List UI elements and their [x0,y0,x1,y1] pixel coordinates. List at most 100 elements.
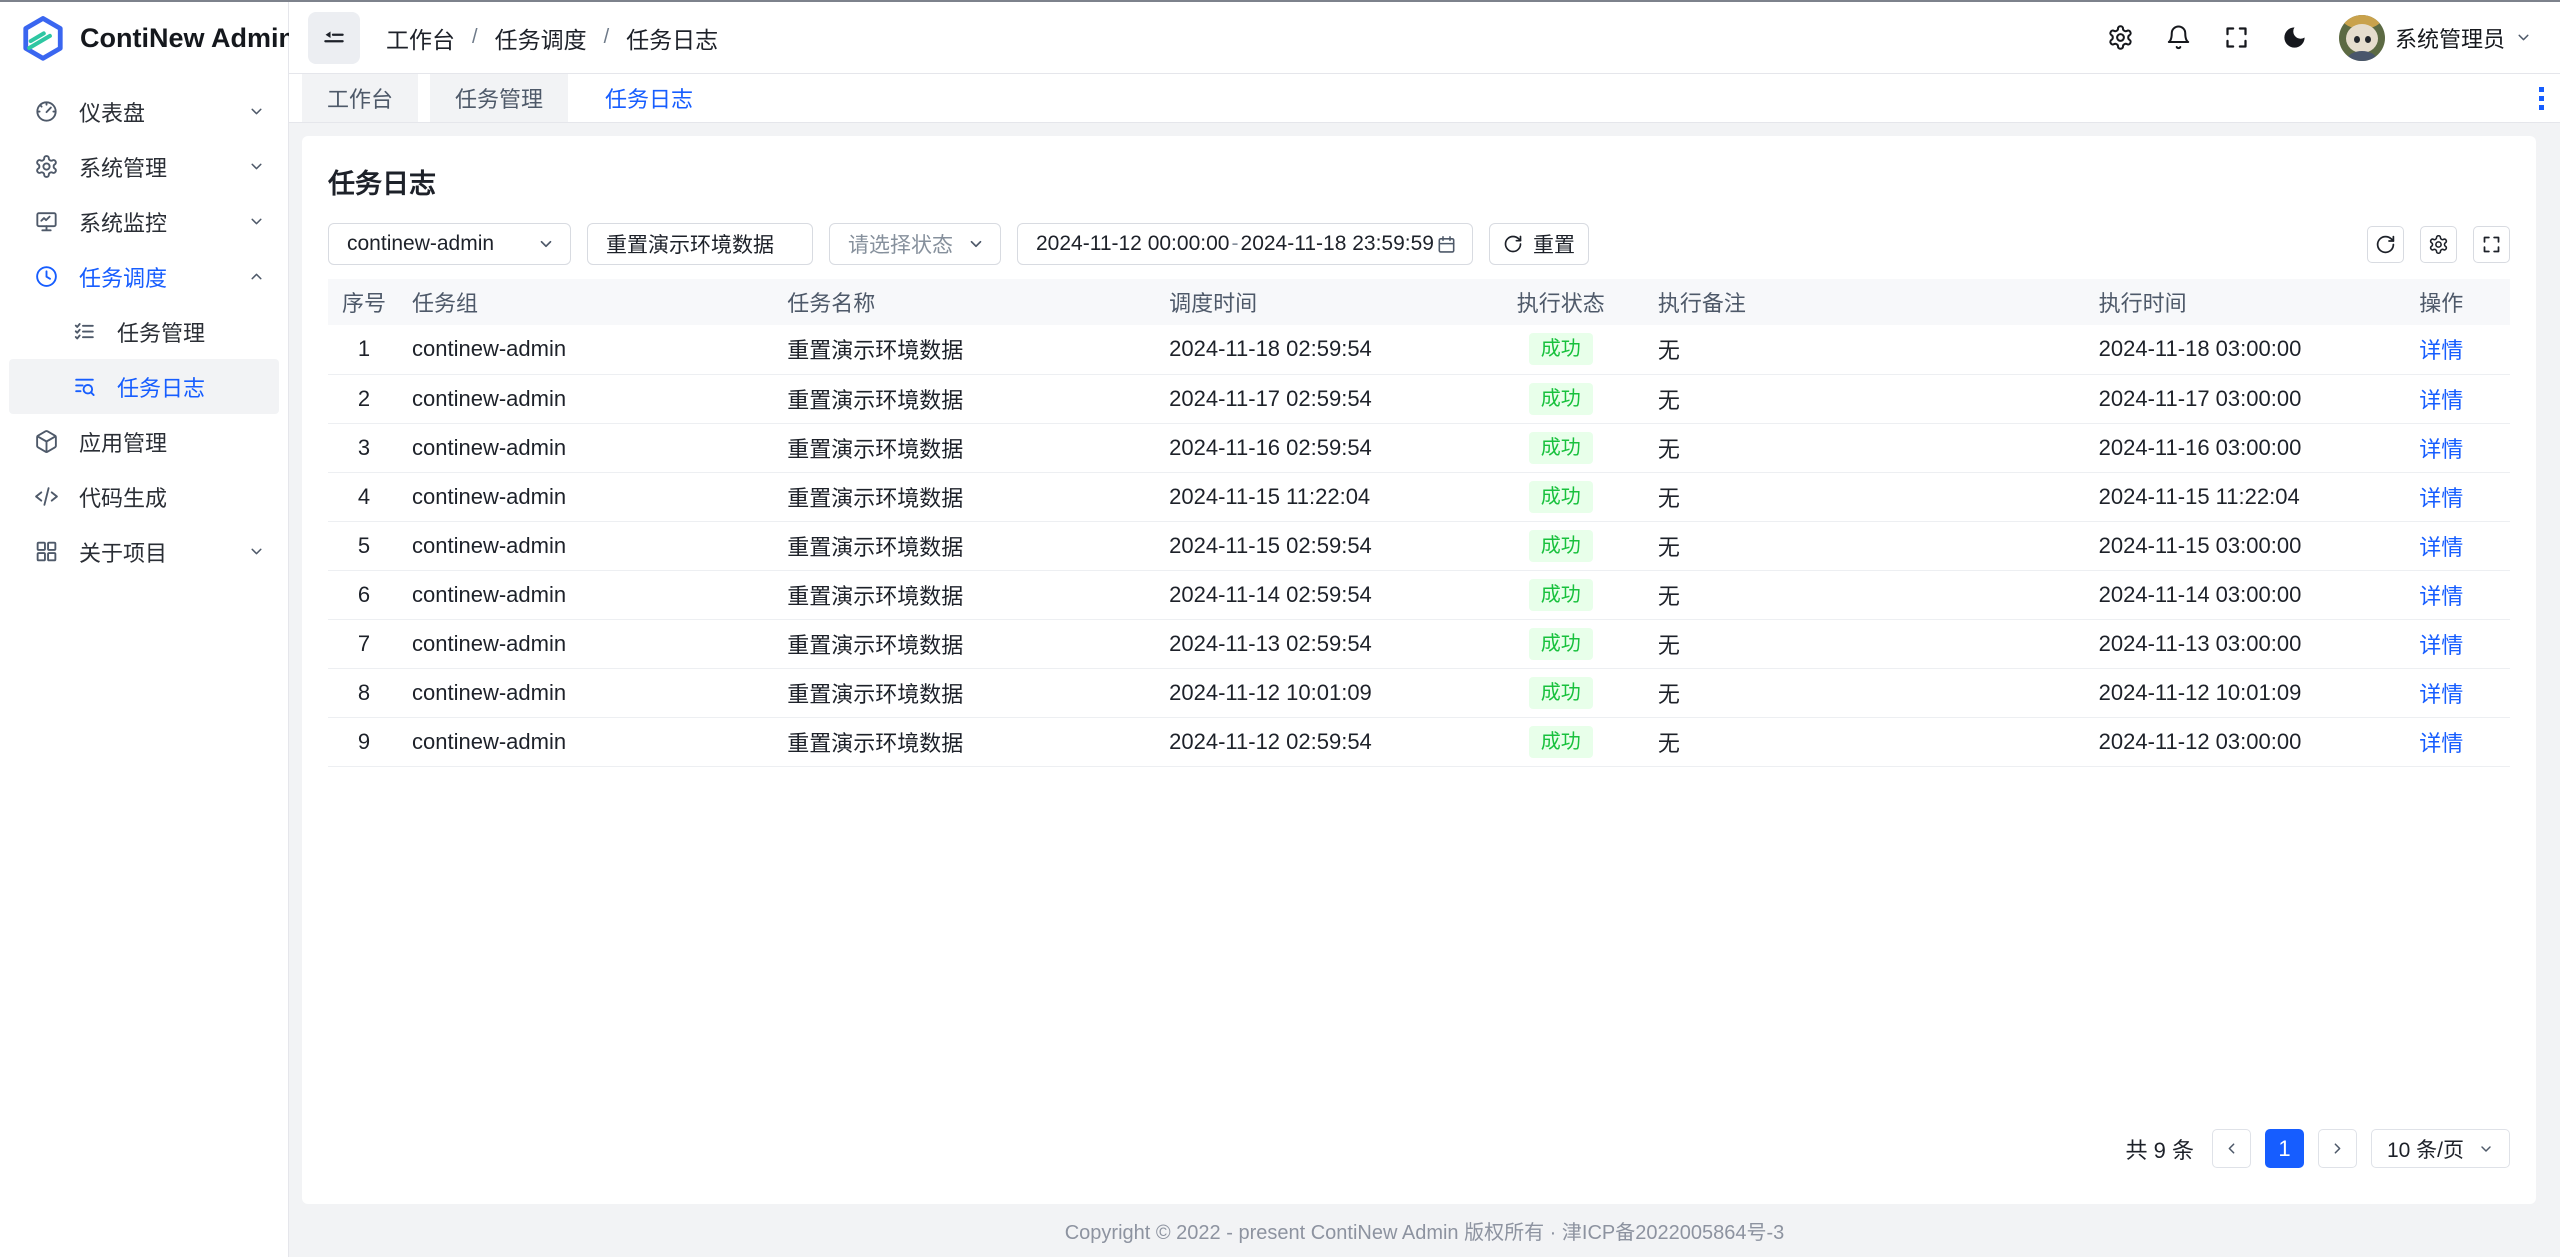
cell-index: 5 [328,521,400,570]
cell-group: continew-admin [400,717,775,766]
breadcrumb-item[interactable]: 任务日志 [626,21,718,55]
status-badge: 成功 [1529,432,1593,464]
page-size-select[interactable]: 10 条/页 [2371,1129,2510,1168]
col-action: 操作 [2372,279,2510,325]
tab-more-icon[interactable] [2523,74,2560,122]
table-row: 2continew-admin重置演示环境数据2024-11-17 02:59:… [328,374,2510,423]
cell-remark: 无 [1646,619,2087,668]
detail-link[interactable]: 详情 [2419,486,2463,511]
sidebar-item-dashboard[interactable]: 仪表盘 [9,84,279,139]
task-group-select[interactable]: continew-admin [328,223,571,265]
cell-schedule-time: 2024-11-17 02:59:54 [1157,374,1476,423]
status-select[interactable]: 请选择状态 [829,223,1001,265]
detail-link[interactable]: 详情 [2419,437,2463,462]
settings-icon[interactable] [2107,24,2134,51]
cell-action: 详情 [2372,717,2510,766]
cell-schedule-time: 2024-11-12 10:01:09 [1157,668,1476,717]
cell-group: continew-admin [400,472,775,521]
user-menu[interactable]: 系统管理员 [2339,15,2532,61]
cell-schedule-time: 2024-11-15 11:22:04 [1157,472,1476,521]
chevron-down-icon [248,543,265,560]
breadcrumb-item[interactable]: 任务调度 [495,21,587,55]
chevron-up-icon [248,268,265,285]
sidebar-item-app-management[interactable]: 应用管理 [9,414,279,469]
content-area: 任务日志 continew-admin 请选择状态 2024-11-12 00:… [289,123,2560,1204]
chevron-down-icon [2515,29,2532,46]
tab-task-log[interactable]: 任务日志 [580,74,718,122]
cell-schedule-time: 2024-11-16 02:59:54 [1157,423,1476,472]
table-row: 4continew-admin重置演示环境数据2024-11-15 11:22:… [328,472,2510,521]
sidebar-item-code-generation[interactable]: 代码生成 [9,469,279,524]
tab-bar: 工作台 任务管理 任务日志 [289,74,2560,123]
prev-page-button[interactable] [2212,1129,2251,1168]
tab-task-management[interactable]: 任务管理 [430,74,568,122]
app-name: ContiNew Admin [80,23,295,54]
detail-link[interactable]: 详情 [2419,633,2463,658]
cell-schedule-time: 2024-11-18 02:59:54 [1157,325,1476,374]
bell-icon[interactable] [2165,24,2192,51]
fullscreen-icon[interactable] [2223,24,2250,51]
logo-icon [20,15,66,61]
sidebar-item-system-monitor[interactable]: 系统监控 [9,194,279,249]
col-index: 序号 [328,279,400,325]
next-page-button[interactable] [2318,1129,2357,1168]
breadcrumb-item[interactable]: 工作台 [386,21,455,55]
cell-remark: 无 [1646,668,2087,717]
chevron-down-icon [248,158,265,175]
cell-action: 详情 [2372,472,2510,521]
cell-schedule-time: 2024-11-13 02:59:54 [1157,619,1476,668]
reset-button[interactable]: 重置 [1489,223,1589,265]
status-badge: 成功 [1529,579,1593,611]
task-name-input[interactable] [587,223,813,265]
cell-index: 1 [328,325,400,374]
sidebar-collapse-button[interactable] [308,12,360,64]
date-range-picker[interactable]: 2024-11-12 00:00:00 - 2024-11-18 23:59:5… [1017,223,1473,265]
cell-status: 成功 [1476,619,1646,668]
refresh-icon [1503,234,1523,254]
sidebar-item-task-schedule[interactable]: 任务调度 [9,249,279,304]
detail-link[interactable]: 详情 [2419,338,2463,363]
cell-index: 3 [328,423,400,472]
dashboard-icon [34,99,59,124]
detail-link[interactable]: 详情 [2419,388,2463,413]
cell-group: continew-admin [400,325,775,374]
status-badge: 成功 [1529,628,1593,660]
refresh-icon [2375,234,2396,255]
tab-workbench[interactable]: 工作台 [302,74,418,122]
detail-link[interactable]: 详情 [2419,731,2463,756]
cell-index: 7 [328,619,400,668]
cell-action: 详情 [2372,570,2510,619]
checklist-icon [72,319,97,344]
sidebar-item-about-project[interactable]: 关于项目 [9,524,279,579]
sidebar-item-system-management[interactable]: 系统管理 [9,139,279,194]
cell-group: continew-admin [400,668,775,717]
status-badge: 成功 [1529,677,1593,709]
cell-exec-time: 2024-11-12 10:01:09 [2087,668,2373,717]
cell-index: 9 [328,717,400,766]
table-row: 8continew-admin重置演示环境数据2024-11-12 10:01:… [328,668,2510,717]
moon-icon[interactable] [2281,24,2308,51]
cell-exec-time: 2024-11-16 03:00:00 [2087,423,2373,472]
page-number-current[interactable]: 1 [2265,1129,2304,1168]
chevron-down-icon [2478,1141,2494,1157]
task-log-card: 任务日志 continew-admin 请选择状态 2024-11-12 00:… [302,136,2536,1204]
cell-group: continew-admin [400,570,775,619]
cell-schedule-time: 2024-11-12 02:59:54 [1157,717,1476,766]
table-settings-button[interactable] [2420,226,2457,263]
cell-status: 成功 [1476,423,1646,472]
sidebar-item-task-log[interactable]: 任务日志 [9,359,279,414]
detail-link[interactable]: 详情 [2419,682,2463,707]
table-refresh-button[interactable] [2367,226,2404,263]
detail-link[interactable]: 详情 [2419,584,2463,609]
cell-exec-time: 2024-11-18 03:00:00 [2087,325,2373,374]
cell-status: 成功 [1476,521,1646,570]
detail-link[interactable]: 详情 [2419,535,2463,560]
date-end: 2024-11-18 23:59:59 [1241,232,1434,256]
cell-name: 重置演示环境数据 [775,668,1157,717]
cell-remark: 无 [1646,472,2087,521]
footer: Copyright © 2022 - present ContiNew Admi… [289,1204,2560,1257]
table-fullscreen-button[interactable] [2473,226,2510,263]
cell-name: 重置演示环境数据 [775,423,1157,472]
cube-icon [34,429,59,454]
sidebar-item-task-management[interactable]: 任务管理 [9,304,279,359]
